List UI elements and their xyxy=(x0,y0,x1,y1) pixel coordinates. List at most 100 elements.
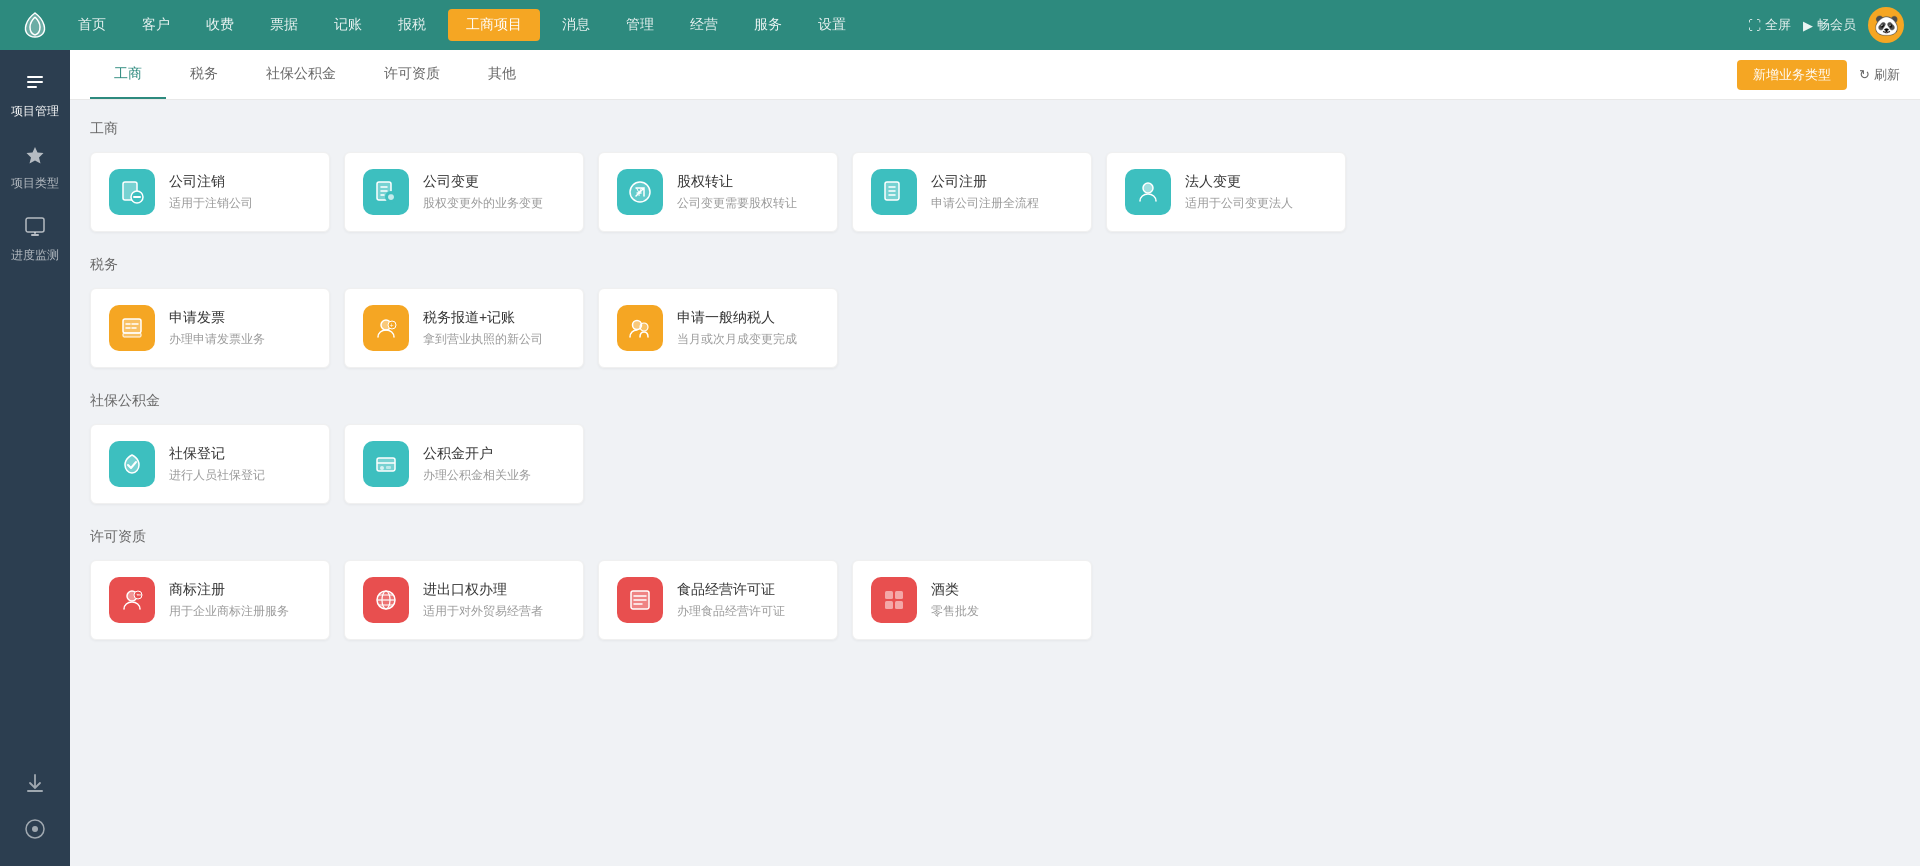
card-trademark[interactable]: ™ 商标注册 用于企业商标注册服务 xyxy=(90,560,330,640)
svg-point-9 xyxy=(32,826,38,832)
card-desc-liquor: 零售批发 xyxy=(931,603,979,620)
top-nav-item-报税[interactable]: 报税 xyxy=(380,0,444,50)
card-desc-social-insurance: 进行人员社保登记 xyxy=(169,467,265,484)
card-name-import-export: 进出口权办理 xyxy=(423,581,543,599)
avatar[interactable]: 🐼 xyxy=(1868,7,1904,43)
top-nav-item-管理[interactable]: 管理 xyxy=(608,0,672,50)
card-food-license[interactable]: 食品经营许可证 办理食品经营许可证 xyxy=(598,560,838,640)
card-name-tax-report: 税务报道+记账 xyxy=(423,309,543,327)
top-nav-item-首页[interactable]: 首页 xyxy=(60,0,124,50)
card-desc-equity-transfer: 公司变更需要股权转让 xyxy=(677,195,797,212)
sidebar-item-label: 进度监测 xyxy=(11,247,59,264)
tab-shuiwu[interactable]: 税务 xyxy=(166,50,242,99)
top-nav-item-收费[interactable]: 收费 xyxy=(188,0,252,50)
download-icon-button[interactable] xyxy=(0,762,70,804)
card-icon-liquor xyxy=(871,577,917,623)
fullscreen-button[interactable]: ⛶ 全屏 xyxy=(1748,16,1791,34)
svg-rect-29 xyxy=(386,466,391,469)
top-nav-item-票据[interactable]: 票据 xyxy=(252,0,316,50)
card-name-equity-transfer: 股权转让 xyxy=(677,173,797,191)
top-nav-item-客户[interactable]: 客户 xyxy=(124,0,188,50)
vip-button[interactable]: ▶ 畅会员 xyxy=(1803,16,1856,34)
section-title-xuke: 许可资质 xyxy=(90,528,1900,546)
card-icon-company-register xyxy=(871,169,917,215)
svg-rect-20 xyxy=(123,333,141,337)
card-liquor[interactable]: 酒类 零售批发 xyxy=(852,560,1092,640)
top-nav-item-经营[interactable]: 经营 xyxy=(672,0,736,50)
card-desc-company-register: 申请公司注册全流程 xyxy=(931,195,1039,212)
svg-point-25 xyxy=(640,323,648,331)
card-desc-company-cancel: 适用于注销公司 xyxy=(169,195,253,212)
new-type-button[interactable]: 新增业务类型 xyxy=(1737,60,1847,90)
svg-rect-4 xyxy=(26,218,44,232)
help-icon-button[interactable] xyxy=(0,808,70,850)
card-name-legal-change: 法人变更 xyxy=(1185,173,1293,191)
card-fund-account[interactable]: 公积金开户 办理公积金相关业务 xyxy=(344,424,584,504)
card-company-cancel[interactable]: 公司注销 适用于注销公司 xyxy=(90,152,330,232)
avatar-icon: 🐼 xyxy=(1874,13,1899,37)
top-nav-item-消息[interactable]: 消息 xyxy=(544,0,608,50)
top-nav-menu: 首页客户收费票据记账报税工商项目消息管理经营服务设置 xyxy=(60,0,1748,50)
sidebar-item-label: 项目管理 xyxy=(11,103,59,120)
svg-rect-41 xyxy=(885,601,893,609)
card-desc-tax-report: 拿到营业执照的新公司 xyxy=(423,331,543,348)
card-name-social-insurance: 社保登记 xyxy=(169,445,265,463)
svg-rect-5 xyxy=(31,234,39,236)
sidebar-item-project-management[interactable]: 项目管理 xyxy=(0,60,70,132)
top-nav-item-设置[interactable]: 设置 xyxy=(800,0,864,50)
refresh-button[interactable]: ↻ 刷新 xyxy=(1859,66,1900,84)
top-nav-item-服务[interactable]: 服务 xyxy=(736,0,800,50)
svg-rect-2 xyxy=(27,86,37,88)
card-icon-apply-invoice xyxy=(109,305,155,351)
tab-gongshang[interactable]: 工商 xyxy=(90,50,166,99)
fullscreen-label: 全屏 xyxy=(1765,16,1791,34)
card-icon-food-license xyxy=(617,577,663,623)
card-company-change[interactable]: 公司变更 股权变更外的业务变更 xyxy=(344,152,584,232)
card-name-trademark: 商标注册 xyxy=(169,581,289,599)
refresh-label: 刷新 xyxy=(1874,66,1900,84)
top-nav-item-工商项目[interactable]: 工商项目 xyxy=(448,9,540,41)
logo xyxy=(10,0,60,50)
svg-rect-26 xyxy=(377,458,395,471)
svg-point-28 xyxy=(380,466,384,470)
sidebar-bottom xyxy=(0,762,70,866)
svg-rect-40 xyxy=(895,591,903,599)
section-xuke: 许可资质 ™ 商标注册 用于企业 xyxy=(90,528,1900,640)
card-desc-legal-change: 适用于公司变更法人 xyxy=(1185,195,1293,212)
vip-label: 畅会员 xyxy=(1817,16,1856,34)
fullscreen-icon: ⛶ xyxy=(1748,18,1761,33)
top-nav: 首页客户收费票据记账报税工商项目消息管理经营服务设置 ⛶ 全屏 ▶ 畅会员 🐼 xyxy=(0,0,1920,50)
card-icon-fund-account xyxy=(363,441,409,487)
top-nav-right: ⛶ 全屏 ▶ 畅会员 🐼 xyxy=(1748,7,1920,43)
card-icon-import-export xyxy=(363,577,409,623)
card-icon-equity-transfer: ¥ xyxy=(617,169,663,215)
top-nav-item-记账[interactable]: 记账 xyxy=(316,0,380,50)
cards-grid-xuke: ™ 商标注册 用于企业商标注册服务 xyxy=(90,560,1900,640)
card-name-liquor: 酒类 xyxy=(931,581,979,599)
svg-rect-0 xyxy=(27,76,43,78)
card-import-export[interactable]: 进出口权办理 适用于对外贸易经营者 xyxy=(344,560,584,640)
tab-xuke[interactable]: 许可资质 xyxy=(360,50,464,99)
card-name-fund-account: 公积金开户 xyxy=(423,445,531,463)
card-company-register[interactable]: 公司注册 申请公司注册全流程 xyxy=(852,152,1092,232)
card-equity-transfer[interactable]: ¥ 股权转让 公司变更需要股权转让 xyxy=(598,152,838,232)
card-icon-social-insurance xyxy=(109,441,155,487)
card-apply-taxpayer[interactable]: 申请一般纳税人 当月或次月成变更完成 xyxy=(598,288,838,368)
card-social-insurance[interactable]: 社保登记 进行人员社保登记 xyxy=(90,424,330,504)
section-title-gongshang: 工商 xyxy=(90,120,1900,138)
card-desc-fund-account: 办理公积金相关业务 xyxy=(423,467,531,484)
card-tax-report[interactable]: + 税务报道+记账 拿到营业执照的新公司 xyxy=(344,288,584,368)
sidebar-item-project-type[interactable]: 项目类型 xyxy=(0,132,70,204)
card-legal-change[interactable]: 法人变更 适用于公司变更法人 xyxy=(1106,152,1346,232)
tab-shebao[interactable]: 社保公积金 xyxy=(242,50,360,99)
tab-other[interactable]: 其他 xyxy=(464,50,540,99)
sidebar-item-progress-monitor[interactable]: 进度监测 xyxy=(0,204,70,276)
svg-rect-39 xyxy=(885,591,893,599)
svg-text:+: + xyxy=(390,322,394,329)
sidebar-item-label: 项目类型 xyxy=(11,175,59,192)
content-area: 工商 税务 社保公积金 许可资质 其他 新增业务类型 ↻ 刷新 工商 xyxy=(70,50,1920,866)
svg-rect-7 xyxy=(27,790,43,792)
card-apply-invoice[interactable]: 申请发票 办理申请发票业务 xyxy=(90,288,330,368)
cards-grid-shuiwu: 申请发票 办理申请发票业务 + xyxy=(90,288,1900,368)
scroll-content: 工商 公司注销 适用于注销公司 xyxy=(70,100,1920,866)
